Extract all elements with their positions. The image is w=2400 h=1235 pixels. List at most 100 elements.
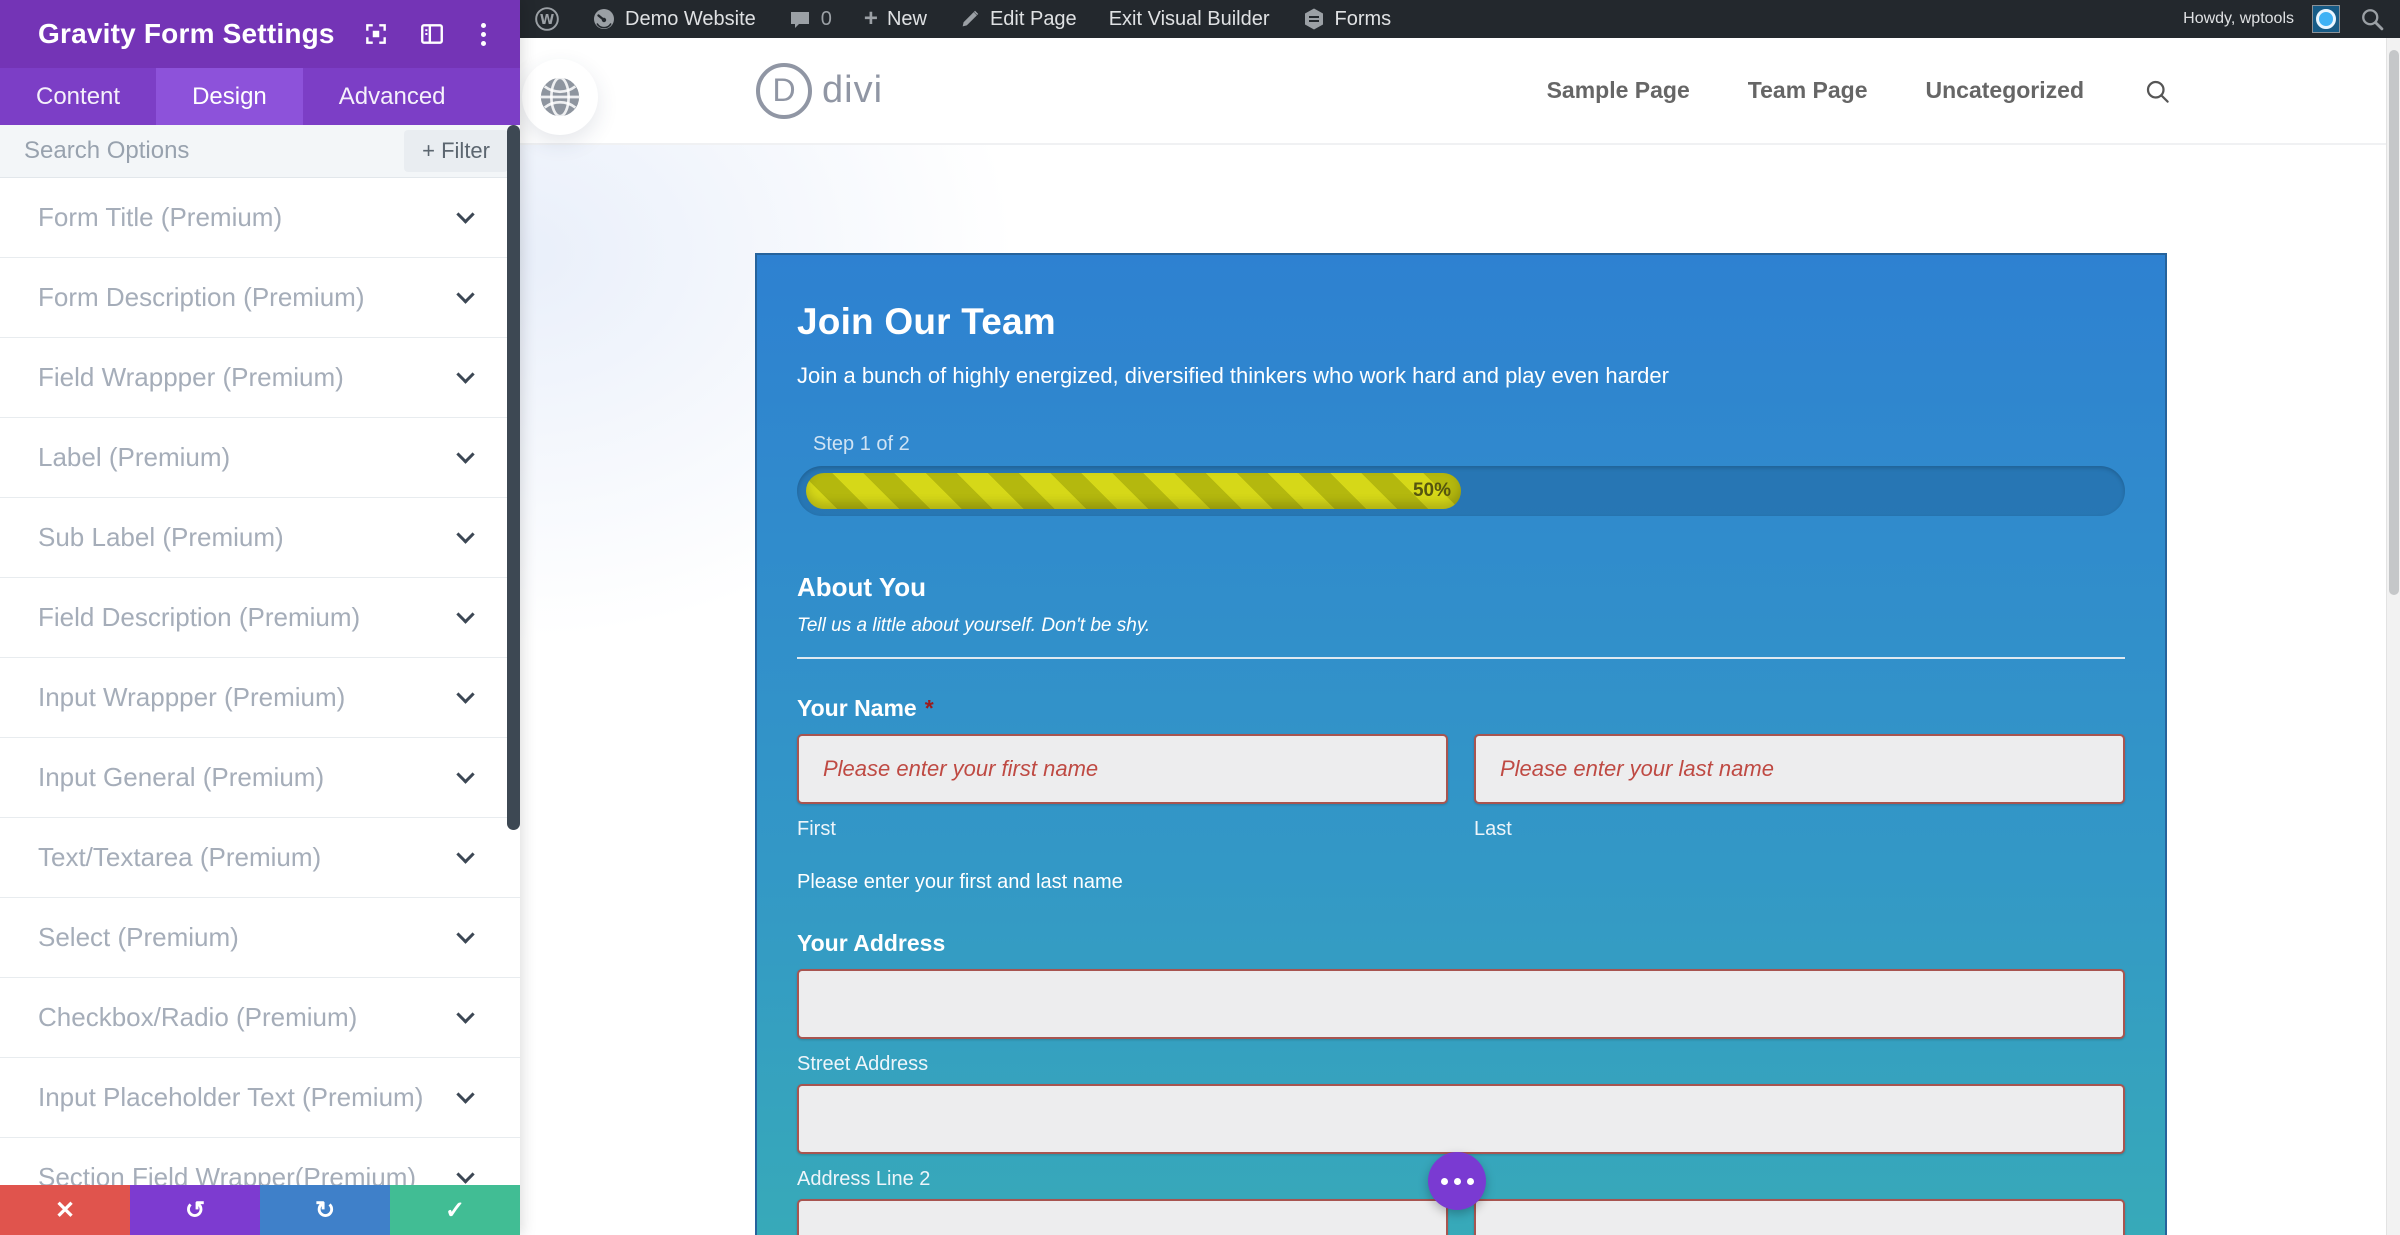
kebab-menu-icon[interactable] [475, 21, 492, 48]
address-line2-input[interactable] [797, 1084, 2125, 1154]
wordpress-menu-item[interactable]: W [534, 6, 560, 32]
chevron-down-icon [456, 445, 475, 464]
panel-title: Gravity Form Settings [38, 18, 335, 49]
exit-visual-builder-menu-item[interactable]: Exit Visual Builder [1109, 8, 1270, 31]
chevron-down-icon [456, 285, 475, 304]
gravity-form-module: Join Our Team Join a bunch of highly ene… [755, 253, 2167, 1235]
gravity-forms-icon [1304, 8, 1323, 30]
ellipsis-icon [1440, 1177, 1448, 1185]
chevron-down-icon [456, 525, 475, 544]
site-name-label: Demo Website [625, 7, 756, 30]
panel-section-item[interactable]: Field Description (Premium) [0, 578, 520, 658]
panel-tabs: Content Design Advanced [0, 68, 520, 125]
discard-button[interactable]: ✕ [0, 1185, 130, 1235]
divi-logo-icon: D [756, 62, 812, 119]
panel-section-item[interactable]: Checkbox/Radio (Premium) [0, 978, 520, 1058]
nav-item-sample-page[interactable]: Sample Page [1547, 77, 1690, 104]
panel-section-item[interactable]: Field Wrappper (Premium) [0, 338, 520, 418]
panel-search-bar: + Filter [0, 125, 520, 178]
first-name-input[interactable] [797, 734, 1448, 804]
chevron-down-icon [456, 765, 475, 784]
wp-admin-bar: W Demo Website 0 + New Edit Page Exit Vi… [520, 0, 2400, 38]
admin-search-icon[interactable] [2358, 5, 2386, 33]
comment-bubble-icon [790, 12, 809, 28]
site-logo[interactable]: D divi [756, 62, 884, 119]
browser-scrollbar[interactable] [2386, 38, 2400, 1235]
page-preview: D divi Sample Page Team Page Uncategoriz… [520, 38, 2386, 1235]
undo-button[interactable]: ↺ [130, 1185, 260, 1235]
tab-advanced[interactable]: Advanced [303, 68, 482, 125]
nav-search-icon[interactable] [2142, 76, 2172, 106]
required-asterisk: * [924, 695, 934, 721]
panel-section-item[interactable]: Select (Premium) [0, 898, 520, 978]
panel-section-item[interactable]: Label (Premium) [0, 418, 520, 498]
exit-visual-builder-label: Exit Visual Builder [1108, 7, 1270, 30]
panel-section-item[interactable]: Input Placeholder Text (Premium) [0, 1058, 520, 1138]
panel-scrollbar-thumb[interactable] [507, 125, 520, 830]
street-address-input[interactable] [797, 969, 2125, 1039]
zip-input[interactable] [1474, 1199, 2125, 1235]
tab-content[interactable]: Content [0, 68, 156, 125]
browser-scrollbar-thumb[interactable] [2389, 50, 2399, 595]
wordpress-logo-icon: W [535, 7, 559, 31]
search-options-input[interactable] [24, 137, 395, 165]
chevron-down-icon [456, 1165, 475, 1184]
city-input[interactable] [797, 1199, 1448, 1235]
pencil-icon [962, 10, 979, 27]
svg-text:W: W [540, 13, 554, 28]
nav-item-team-page[interactable]: Team Page [1748, 77, 1868, 104]
panel-section-item[interactable]: Section Field Wrapper(Premium) [0, 1138, 520, 1185]
comments-menu-item[interactable]: 0 [788, 7, 832, 31]
panel-section-item[interactable]: Input General (Premium) [0, 738, 520, 818]
forms-menu-item[interactable]: Forms [1302, 7, 1392, 31]
split-view-icon[interactable] [419, 21, 445, 47]
comment-count: 0 [820, 7, 832, 30]
panel-section-item[interactable]: Form Description (Premium) [0, 258, 520, 338]
plus-icon: + [863, 5, 878, 32]
tab-design[interactable]: Design [156, 68, 303, 125]
chevron-down-icon [456, 605, 475, 624]
screen: W Demo Website 0 + New Edit Page Exit Vi… [0, 0, 2400, 1235]
page-settings-button[interactable] [522, 59, 598, 135]
panel-section-list: Form Title (Premium) Form Description (P… [0, 178, 520, 1185]
chevron-down-icon [456, 205, 475, 224]
logo-text: divi [822, 69, 884, 111]
chevron-down-icon [456, 1085, 475, 1104]
forms-label: Forms [1334, 7, 1392, 30]
edit-page-menu-item[interactable]: Edit Page [959, 8, 1077, 31]
settings-panel: Gravity Form Settings Content Design Adv… [0, 0, 520, 1235]
avatar-image [2316, 9, 2336, 29]
panel-section-item[interactable]: Form Title (Premium) [0, 178, 520, 258]
redo-button[interactable]: ↻ [260, 1185, 390, 1235]
save-button[interactable]: ✓ [390, 1185, 520, 1235]
name-field-label: Your Name * [797, 695, 934, 721]
chevron-down-icon [456, 685, 475, 704]
first-name-sublabel: First [797, 818, 836, 840]
new-label: New [886, 7, 927, 30]
edit-page-label: Edit Page [989, 7, 1077, 30]
panel-section-item[interactable]: Sub Label (Premium) [0, 498, 520, 578]
step-label: Step 1 of 2 [813, 433, 910, 455]
panel-header: Gravity Form Settings [0, 0, 520, 68]
site-header: D divi Sample Page Team Page Uncategoriz… [520, 38, 2386, 145]
chevron-down-icon [456, 845, 475, 864]
dashboard-gauge-icon [594, 9, 614, 29]
main-nav: Sample Page Team Page Uncategorized [1547, 76, 2172, 106]
howdy-label[interactable]: Howdy, wptools [2183, 10, 2294, 28]
last-name-input[interactable] [1474, 734, 2125, 804]
progress-bar: 50% [797, 466, 2125, 516]
new-menu-item[interactable]: + New [864, 7, 927, 31]
panel-section-item[interactable]: Input Wrappper (Premium) [0, 658, 520, 738]
street-address-sublabel: Street Address [797, 1053, 929, 1075]
nav-item-uncategorized[interactable]: Uncategorized [1926, 77, 2084, 104]
more-options-button[interactable] [1428, 1152, 1486, 1210]
site-name-menu-item[interactable]: Demo Website [592, 7, 756, 31]
panel-section-item[interactable]: Text/Textarea (Premium) [0, 818, 520, 898]
admin-bar-left: W Demo Website 0 + New Edit Page Exit Vi… [520, 6, 1391, 32]
progress-percent: 50% [1412, 480, 1451, 501]
form-description: Join a bunch of highly energized, divers… [797, 363, 1669, 388]
filter-button[interactable]: + Filter [404, 130, 508, 172]
chevron-down-icon [456, 365, 475, 384]
user-avatar[interactable] [2312, 5, 2340, 33]
expand-module-icon[interactable] [363, 21, 389, 47]
